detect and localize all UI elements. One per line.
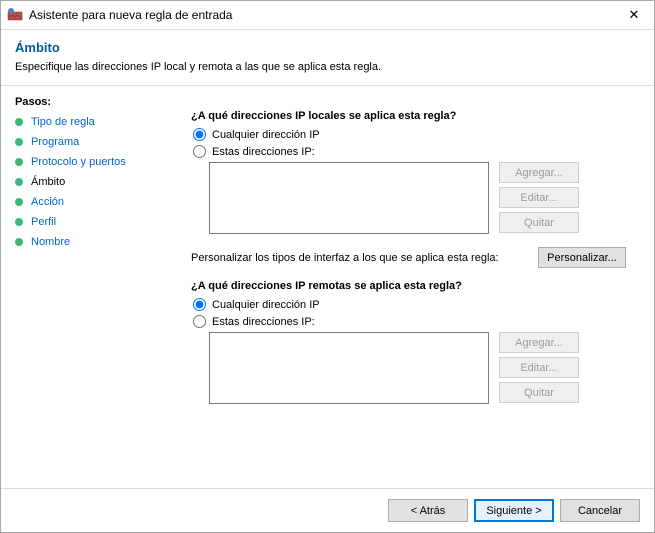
back-button[interactable]: < Atrás (388, 499, 468, 522)
remote-edit-button[interactable]: Editar... (499, 357, 579, 378)
customize-text: Personalizar los tipos de interfaz a los… (191, 252, 499, 264)
radio-label: Estas direcciones IP: (212, 146, 315, 158)
step-nombre[interactable]: Nombre (15, 236, 153, 248)
titlebar: Asistente para nueva regla de entrada ✕ (1, 1, 654, 30)
local-ip-buttons: Agregar... Editar... Quitar (499, 162, 579, 237)
remote-any-ip-radio[interactable] (193, 298, 206, 311)
local-remove-button[interactable]: Quitar (499, 212, 579, 233)
local-these-ip-radio[interactable] (193, 145, 206, 158)
step-bullet-icon (15, 158, 23, 166)
wizard-body: Pasos: Tipo de regla Programa Protocolo … (1, 86, 654, 488)
step-bullet-icon (15, 198, 23, 206)
step-label: Programa (31, 136, 79, 148)
wizard-window: Asistente para nueva regla de entrada ✕ … (0, 0, 655, 533)
wizard-content: ¿A qué direcciones IP locales se aplica … (161, 86, 654, 488)
step-label: Ámbito (31, 176, 65, 188)
remote-ip-listbox[interactable] (209, 332, 489, 404)
remote-these-ip-option[interactable]: Estas direcciones IP: (191, 315, 640, 328)
cancel-button[interactable]: Cancelar (560, 499, 640, 522)
wizard-footer: < Atrás Siguiente > Cancelar (1, 488, 654, 532)
step-bullet-icon (15, 238, 23, 246)
step-ambito[interactable]: Ámbito (15, 176, 153, 188)
step-bullet-icon (15, 178, 23, 186)
local-edit-button[interactable]: Editar... (499, 187, 579, 208)
local-these-ip-option[interactable]: Estas direcciones IP: (191, 145, 640, 158)
window-title: Asistente para nueva regla de entrada (29, 8, 614, 22)
page-description: Especifique las direcciones IP local y r… (15, 61, 640, 73)
step-label: Tipo de regla (31, 116, 95, 128)
next-button[interactable]: Siguiente > (474, 499, 554, 522)
radio-label: Cualquier dirección IP (212, 129, 320, 141)
local-any-ip-option[interactable]: Cualquier dirección IP (191, 128, 640, 141)
wizard-header: Ámbito Especifique las direcciones IP lo… (1, 30, 654, 86)
step-bullet-icon (15, 138, 23, 146)
local-ip-group: Agregar... Editar... Quitar (209, 162, 640, 237)
remote-these-ip-radio[interactable] (193, 315, 206, 328)
radio-label: Estas direcciones IP: (212, 316, 315, 328)
remote-ip-group: Agregar... Editar... Quitar (209, 332, 640, 407)
close-button[interactable]: ✕ (614, 1, 654, 29)
firewall-icon (7, 7, 23, 23)
remote-add-button[interactable]: Agregar... (499, 332, 579, 353)
local-ip-question: ¿A qué direcciones IP locales se aplica … (191, 110, 640, 122)
steps-sidebar: Pasos: Tipo de regla Programa Protocolo … (1, 86, 161, 488)
local-any-ip-radio[interactable] (193, 128, 206, 141)
customize-row: Personalizar los tipos de interfaz a los… (191, 247, 640, 268)
steps-label: Pasos: (15, 96, 153, 108)
step-label: Nombre (31, 236, 70, 248)
local-add-button[interactable]: Agregar... (499, 162, 579, 183)
step-protocolo-y-puertos[interactable]: Protocolo y puertos (15, 156, 153, 168)
step-accion[interactable]: Acción (15, 196, 153, 208)
remote-ip-buttons: Agregar... Editar... Quitar (499, 332, 579, 407)
radio-label: Cualquier dirección IP (212, 299, 320, 311)
step-bullet-icon (15, 118, 23, 126)
step-label: Perfil (31, 216, 56, 228)
step-label: Protocolo y puertos (31, 156, 126, 168)
customize-button[interactable]: Personalizar... (538, 247, 626, 268)
local-ip-listbox[interactable] (209, 162, 489, 234)
remote-ip-question: ¿A qué direcciones IP remotas se aplica … (191, 280, 640, 292)
step-tipo-de-regla[interactable]: Tipo de regla (15, 116, 153, 128)
remote-remove-button[interactable]: Quitar (499, 382, 579, 403)
step-programa[interactable]: Programa (15, 136, 153, 148)
step-label: Acción (31, 196, 64, 208)
remote-any-ip-option[interactable]: Cualquier dirección IP (191, 298, 640, 311)
page-heading: Ámbito (15, 40, 640, 55)
step-bullet-icon (15, 218, 23, 226)
step-perfil[interactable]: Perfil (15, 216, 153, 228)
